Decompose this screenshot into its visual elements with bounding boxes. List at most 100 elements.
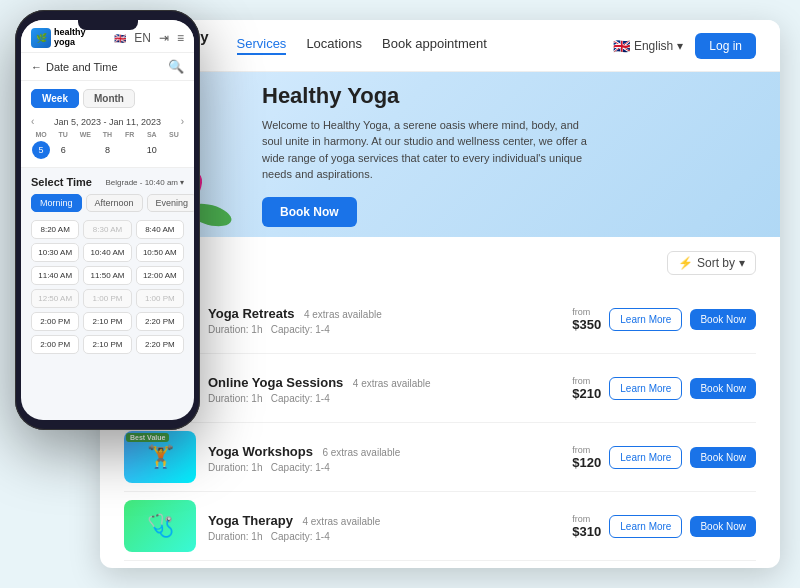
book-now-button[interactable]: Book Now xyxy=(690,447,756,468)
calendar-day-label: MO xyxy=(31,131,51,138)
timezone-selector[interactable]: Belgrade - 10:40 am ▾ xyxy=(106,178,185,187)
service-actions: from $120 Learn More Book Now xyxy=(572,445,756,470)
mobile-phone: 🌿 healthy yoga 🇬🇧 EN ⇥ ≡ ← Date a xyxy=(15,10,200,430)
time-slot[interactable]: 8:20 AM xyxy=(31,220,79,239)
learn-more-button[interactable]: Learn More xyxy=(609,446,682,469)
service-thumbnail: Best Value 🏋️ xyxy=(124,431,196,483)
nav-link-locations[interactable]: Locations xyxy=(306,36,362,55)
phone-frame: 🌿 healthy yoga 🇬🇧 EN ⇥ ≡ ← Date a xyxy=(15,10,200,430)
date-time-section: Week Month ‹ Jan 5, 2023 - Jan 11, 2023 … xyxy=(21,81,194,168)
phone-logo-icon: 🌿 xyxy=(31,28,51,48)
sort-button[interactable]: ⚡ Sort by ▾ xyxy=(667,251,756,275)
search-icon[interactable]: 🔍 xyxy=(168,59,184,74)
service-meta: Duration: 1h Capacity: 1-4 xyxy=(208,462,560,473)
service-info: Yoga Therapy 4 extras available Duration… xyxy=(208,511,560,542)
calendar-day-label: TH xyxy=(97,131,117,138)
service-name-row: Yoga Retreats 4 extras available xyxy=(208,304,560,322)
learn-more-button[interactable]: Learn More xyxy=(609,308,682,331)
time-slot: 1:00 PM xyxy=(83,289,131,308)
calendar-day-label: SU xyxy=(164,131,184,138)
phone-menu-icon[interactable]: ≡ xyxy=(177,31,184,45)
week-month-tabs: Week Month xyxy=(31,89,184,108)
service-info: Yoga Workshops 6 extras available Durati… xyxy=(208,442,560,473)
book-now-button[interactable]: Book Now xyxy=(690,378,756,399)
prev-week-button[interactable]: ‹ xyxy=(31,116,34,127)
chevron-down-icon: ▾ xyxy=(180,178,184,187)
phone-screen: 🌿 healthy yoga 🇬🇧 EN ⇥ ≡ ← Date a xyxy=(21,20,194,420)
phone-logo: 🌿 healthy yoga xyxy=(31,28,86,48)
time-period-tab[interactable]: Afternoon xyxy=(86,194,143,212)
time-period-tab[interactable]: Morning xyxy=(31,194,82,212)
service-thumb-image: 🩺 xyxy=(124,500,196,552)
calendar-day[interactable]: 10 xyxy=(143,141,161,159)
service-price: from $350 xyxy=(572,307,601,332)
back-arrow-icon: ← xyxy=(31,61,42,73)
phone-lang-label[interactable]: EN xyxy=(134,31,151,45)
book-now-button[interactable]: Book Now xyxy=(690,309,756,330)
service-actions: from $210 Learn More Book Now xyxy=(572,376,756,401)
time-slot[interactable]: 10:40 AM xyxy=(83,243,131,262)
time-slot[interactable]: 2:20 PM xyxy=(136,335,184,354)
login-button[interactable]: Log in xyxy=(695,33,756,59)
back-button[interactable]: ← Date and Time xyxy=(31,61,118,73)
time-slot[interactable]: 12:00 AM xyxy=(136,266,184,285)
service-name: Yoga Therapy xyxy=(208,513,293,528)
service-name-row: Yoga Therapy 4 extras available xyxy=(208,511,560,529)
select-time-header: Select Time Belgrade - 10:40 am ▾ xyxy=(31,176,184,188)
time-slot[interactable]: 10:50 AM xyxy=(136,243,184,262)
select-time-section: Select Time Belgrade - 10:40 am ▾ Mornin… xyxy=(21,168,194,362)
time-slot[interactable]: 10:30 AM xyxy=(31,243,79,262)
learn-more-button[interactable]: Learn More xyxy=(609,377,682,400)
service-name: Online Yoga Sessions xyxy=(208,375,343,390)
language-selector[interactable]: 🇬🇧 English ▾ xyxy=(613,38,683,54)
services-list: Best Value 🧘 Yoga Retreats 4 extras avai… xyxy=(124,285,756,568)
time-slot[interactable]: 2:00 PM xyxy=(31,312,79,331)
service-meta: Duration: 1h Capacity: 1-4 xyxy=(208,531,560,542)
filter-icon: ⚡ xyxy=(678,256,693,270)
time-period-tabs: MorningAfternoonEvening xyxy=(31,194,184,212)
service-extras: 6 extras available xyxy=(322,447,400,458)
time-slot: 1:00 PM xyxy=(136,289,184,308)
hero-book-now-button[interactable]: Book Now xyxy=(262,197,357,227)
calendar-day-label: SA xyxy=(142,131,162,138)
hero-description: Welcome to Healthy Yoga, a serene oasis … xyxy=(262,117,602,183)
results-header: 14 Results ⚡ Sort by ▾ xyxy=(124,251,756,275)
site-nav: 🌿 healthy yoga Services Locations Book a… xyxy=(100,20,780,72)
time-slot[interactable]: 2:10 PM xyxy=(83,335,131,354)
phone-notch xyxy=(78,20,138,30)
service-name: Yoga Retreats xyxy=(208,306,294,321)
time-slot[interactable]: 2:00 PM xyxy=(31,335,79,354)
month-tab[interactable]: Month xyxy=(83,89,135,108)
calendar-day xyxy=(121,141,139,159)
nav-link-services[interactable]: Services xyxy=(237,36,287,55)
time-period-tab[interactable]: Evening xyxy=(147,194,194,212)
calendar-day xyxy=(165,141,183,159)
time-slot[interactable]: 8:40 AM xyxy=(136,220,184,239)
best-value-badge: Best Value xyxy=(126,433,169,442)
time-slot[interactable]: 2:10 PM xyxy=(83,312,131,331)
service-price: from $310 xyxy=(572,514,601,539)
calendar-day[interactable]: 8 xyxy=(98,141,116,159)
phone-login-icon[interactable]: ⇥ xyxy=(159,31,169,45)
service-row: Best Value 🧘 Yoga Retreats 4 extras avai… xyxy=(124,285,756,354)
time-slots-grid: 8:20 AM8:30 AM8:40 AM10:30 AM10:40 AM10:… xyxy=(31,220,184,354)
time-slot[interactable]: 11:40 AM xyxy=(31,266,79,285)
service-info: Online Yoga Sessions 4 extras available … xyxy=(208,373,560,404)
calendar-day-label: FR xyxy=(120,131,140,138)
hero-content: Healthy Yoga Welcome to Healthy Yoga, a … xyxy=(262,83,602,227)
time-slot[interactable]: 11:50 AM xyxy=(83,266,131,285)
nav-link-book[interactable]: Book appointment xyxy=(382,36,487,55)
week-tab[interactable]: Week xyxy=(31,89,79,108)
book-now-button[interactable]: Book Now xyxy=(690,516,756,537)
service-extras: 4 extras available xyxy=(302,516,380,527)
calendar-day[interactable]: 6 xyxy=(54,141,72,159)
phone-logo-text: healthy yoga xyxy=(54,28,86,48)
next-week-button[interactable]: › xyxy=(181,116,184,127)
calendar-day-label: WE xyxy=(75,131,95,138)
calendar-day[interactable]: 5 xyxy=(32,141,50,159)
service-row: 💻 Online Yoga Sessions 4 extras availabl… xyxy=(124,354,756,423)
hero-title: Healthy Yoga xyxy=(262,83,602,109)
desktop-site: 🌿 healthy yoga Services Locations Book a… xyxy=(100,20,780,568)
learn-more-button[interactable]: Learn More xyxy=(609,515,682,538)
time-slot[interactable]: 2:20 PM xyxy=(136,312,184,331)
